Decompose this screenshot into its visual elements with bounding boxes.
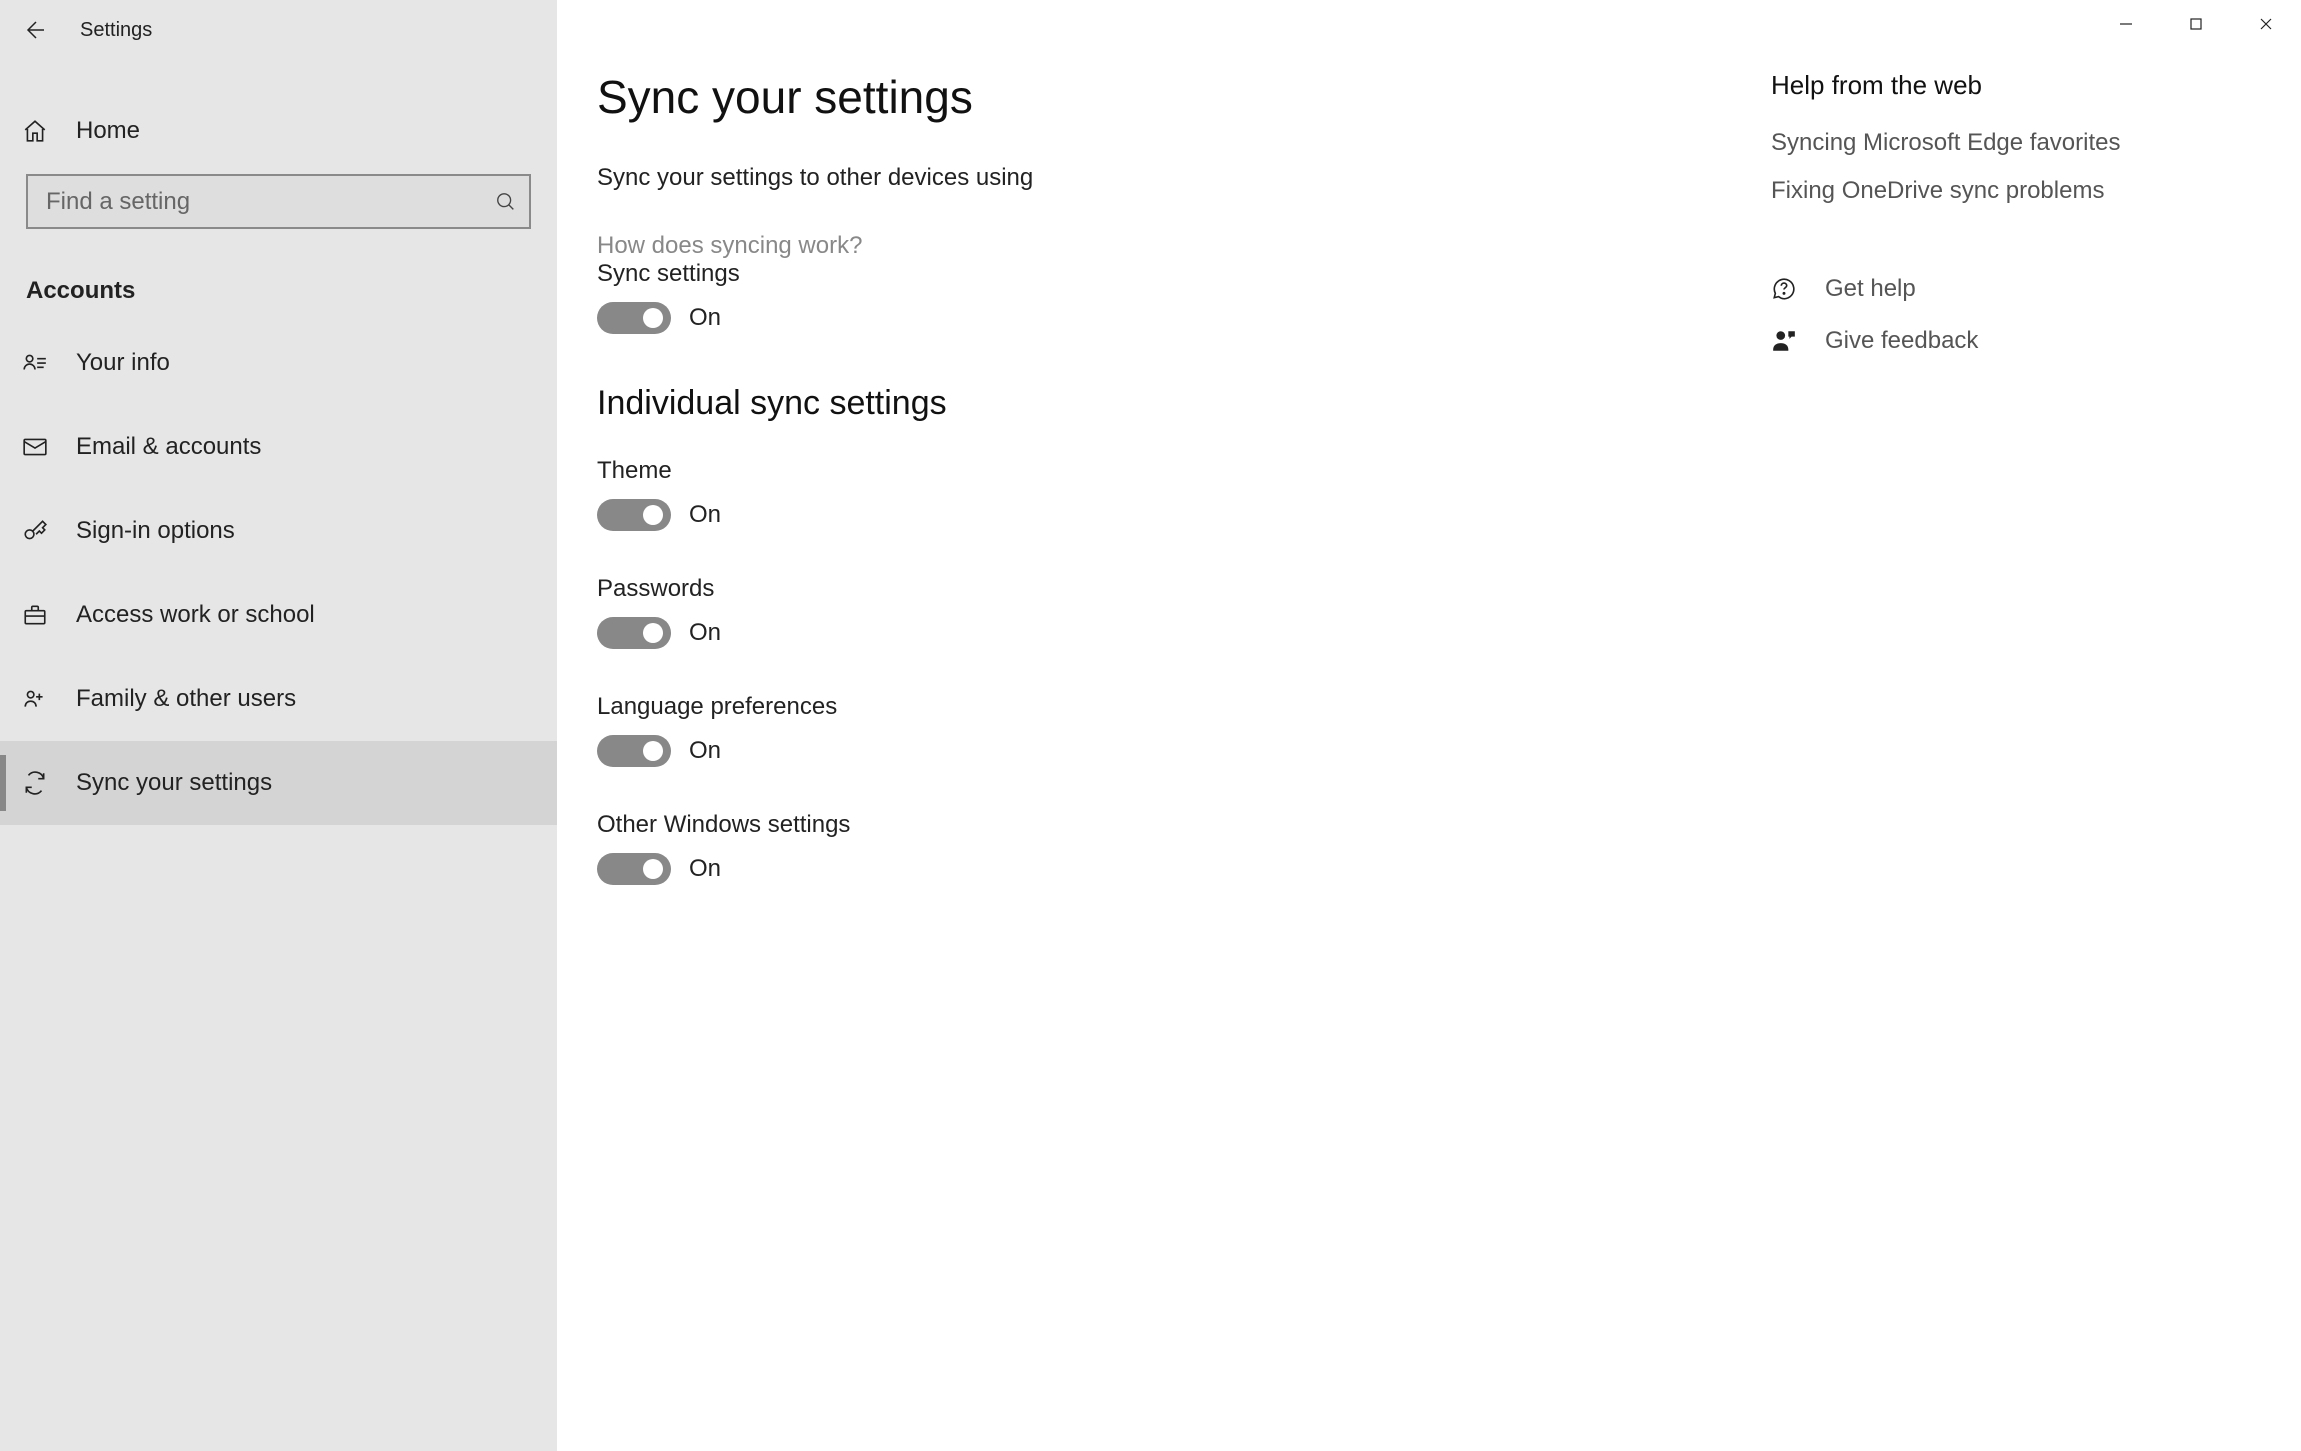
briefcase-icon <box>22 602 48 628</box>
toggle-knob <box>643 623 663 643</box>
sidebar-item-sync-settings[interactable]: Sync your settings <box>0 741 557 825</box>
sidebar-item-label: Sync your settings <box>76 769 272 797</box>
minimize-button[interactable] <box>2091 0 2161 47</box>
give-feedback-link[interactable]: Give feedback <box>1771 327 2261 355</box>
sidebar-item-label: Access work or school <box>76 601 315 629</box>
sync-description: Sync your settings to other devices usin… <box>597 164 1631 192</box>
passwords-toggle[interactable] <box>597 617 671 649</box>
theme-toggle[interactable] <box>597 499 671 531</box>
question-bubble-icon <box>1771 276 1797 302</box>
get-help-label: Get help <box>1825 275 1916 303</box>
support-list: Get help Give feedback <box>1771 275 2261 355</box>
search-icon <box>495 174 517 229</box>
sidebar-item-label: Family & other users <box>76 685 296 713</box>
maximize-icon <box>2188 16 2204 32</box>
people-icon <box>22 686 48 712</box>
how-syncing-works-link[interactable]: How does syncing work? <box>597 232 862 259</box>
sidebar-item-family-users[interactable]: Family & other users <box>0 657 557 741</box>
sidebar-item-access-work-school[interactable]: Access work or school <box>0 573 557 657</box>
home-label: Home <box>76 117 140 145</box>
other-windows-toggle[interactable] <box>597 853 671 885</box>
language-state: On <box>689 737 721 765</box>
feedback-icon <box>1771 328 1797 354</box>
search-input[interactable] <box>26 174 531 229</box>
content-column: Sync your settings Sync your settings to… <box>597 70 1631 1451</box>
language-row: On <box>597 735 1631 767</box>
page-title: Sync your settings <box>597 70 1631 124</box>
contact-card-icon <box>22 350 48 376</box>
search-container <box>26 174 531 229</box>
sidebar-nav: Your info Email & accounts Sign-in optio… <box>0 321 557 825</box>
help-link-onedrive[interactable]: Fixing OneDrive sync problems <box>1771 177 2261 205</box>
sync-settings-row: On <box>597 302 1631 334</box>
back-button[interactable] <box>18 14 50 46</box>
toggle-knob <box>643 741 663 761</box>
other-windows-label: Other Windows settings <box>597 811 1631 839</box>
sidebar: Settings Home Accounts Your info <box>0 0 557 1451</box>
settings-window: Settings Home Accounts Your info <box>0 0 2301 1451</box>
toggle-knob <box>643 859 663 879</box>
help-panel: Help from the web Syncing Microsoft Edge… <box>1771 70 2261 1451</box>
close-icon <box>2258 16 2274 32</box>
other-windows-state: On <box>689 855 721 883</box>
passwords-row: On <box>597 617 1631 649</box>
key-icon <box>22 518 48 544</box>
sidebar-item-home[interactable]: Home <box>0 100 557 162</box>
sidebar-item-label: Sign-in options <box>76 517 235 545</box>
mail-icon <box>22 434 48 460</box>
minimize-icon <box>2118 16 2134 32</box>
maximize-button[interactable] <box>2161 0 2231 47</box>
sync-settings-state: On <box>689 304 721 332</box>
help-heading: Help from the web <box>1771 70 2261 101</box>
sidebar-header: Settings <box>0 0 557 60</box>
theme-label: Theme <box>597 457 1631 485</box>
sync-settings-toggle[interactable] <box>597 302 671 334</box>
close-button[interactable] <box>2231 0 2301 47</box>
window-title: Settings <box>80 19 152 42</box>
other-windows-row: On <box>597 853 1631 885</box>
sidebar-item-label: Email & accounts <box>76 433 261 461</box>
passwords-label: Passwords <box>597 575 1631 603</box>
passwords-state: On <box>689 619 721 647</box>
sidebar-category: Accounts <box>0 229 557 321</box>
back-arrow-icon <box>22 18 46 42</box>
language-toggle[interactable] <box>597 735 671 767</box>
toggle-knob <box>643 308 663 328</box>
sidebar-item-label: Your info <box>76 349 170 377</box>
theme-row: On <box>597 499 1631 531</box>
sync-icon <box>22 770 48 796</box>
sidebar-item-email-accounts[interactable]: Email & accounts <box>0 405 557 489</box>
sidebar-item-your-info[interactable]: Your info <box>0 321 557 405</box>
language-label: Language preferences <box>597 693 1631 721</box>
toggle-knob <box>643 505 663 525</box>
individual-heading: Individual sync settings <box>597 384 1631 423</box>
get-help-link[interactable]: Get help <box>1771 275 2261 303</box>
sidebar-item-signin-options[interactable]: Sign-in options <box>0 489 557 573</box>
help-link-edge-favorites[interactable]: Syncing Microsoft Edge favorites <box>1771 129 2261 157</box>
main-content: Sync your settings Sync your settings to… <box>557 0 2301 1451</box>
titlebar-controls <box>2091 0 2301 47</box>
home-icon <box>22 118 48 144</box>
give-feedback-label: Give feedback <box>1825 327 1978 355</box>
theme-state: On <box>689 501 721 529</box>
sync-settings-label: Sync settings <box>597 260 1631 288</box>
